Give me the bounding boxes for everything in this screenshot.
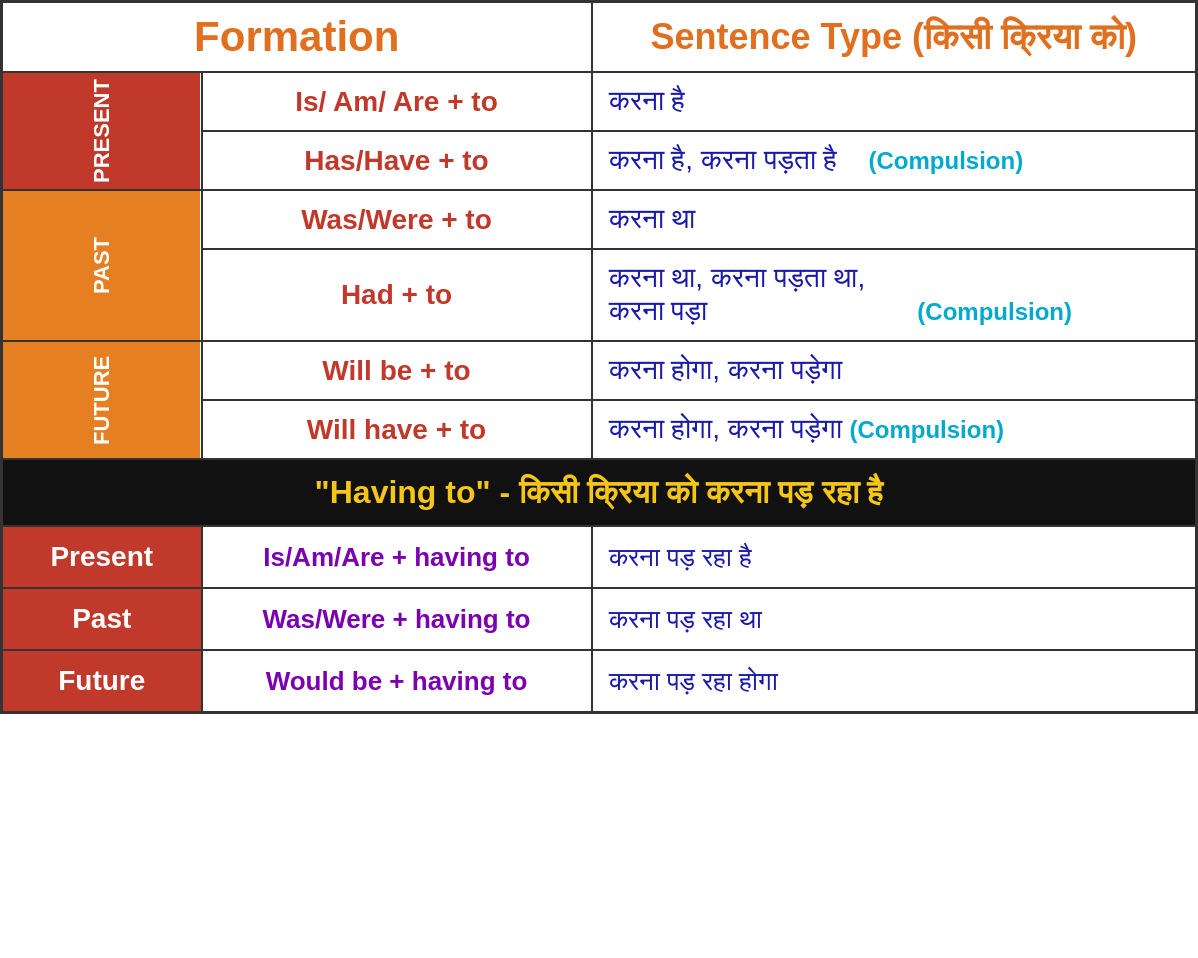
sentence-was-were: करना था — [592, 190, 1197, 249]
bottom-present-label: Present — [2, 526, 202, 588]
having-to-banner: "Having to" - किसी क्रिया को करना पड़ रह… — [2, 459, 1197, 526]
bottom-present-sentence: करना पड़ रहा है — [592, 526, 1197, 588]
bottom-present-formation: Is/Am/Are + having to — [202, 526, 592, 588]
formation-header: Formation — [2, 2, 592, 73]
sentence-is-am-are: करना है — [592, 72, 1197, 131]
formation-was-were: Was/Were + to — [202, 190, 592, 249]
past-label: PAST — [2, 190, 202, 341]
sentence-had: करना था, करना पड़ता था, करना पड़ा (Compu… — [592, 249, 1197, 341]
bottom-future-label: Future — [2, 650, 202, 713]
present-label: PRESENT — [2, 72, 202, 190]
sentence-will-be: करना होगा, करना पड़ेगा — [592, 341, 1197, 400]
sentence-type-header: Sentence Type (किसी क्रिया को) — [592, 2, 1197, 73]
compulsion-future: (Compulsion) — [849, 416, 1004, 443]
bottom-past-sentence: करना पड़ रहा था — [592, 588, 1197, 650]
bottom-past-formation: Was/Were + having to — [202, 588, 592, 650]
compulsion-past: (Compulsion) — [917, 298, 1072, 325]
sentence-will-have: करना होगा, करना पड़ेगा (Compulsion) — [592, 400, 1197, 459]
formation-is-am-are: Is/ Am/ Are + to — [202, 72, 592, 131]
formation-will-have: Will have + to — [202, 400, 592, 459]
future-label: FUTURE — [2, 341, 202, 459]
compulsion-present: (Compulsion) — [869, 147, 1024, 174]
formation-has-have: Has/Have + to — [202, 131, 592, 190]
formation-had: Had + to — [202, 249, 592, 341]
formation-will-be: Will be + to — [202, 341, 592, 400]
bottom-past-label: Past — [2, 588, 202, 650]
grammar-table: Formation Sentence Type (किसी क्रिया को)… — [0, 0, 1198, 714]
sentence-has-have: करना है, करना पड़ता है (Compulsion) — [592, 131, 1197, 190]
bottom-future-formation: Would be + having to — [202, 650, 592, 713]
bottom-future-sentence: करना पड़ रहा होगा — [592, 650, 1197, 713]
